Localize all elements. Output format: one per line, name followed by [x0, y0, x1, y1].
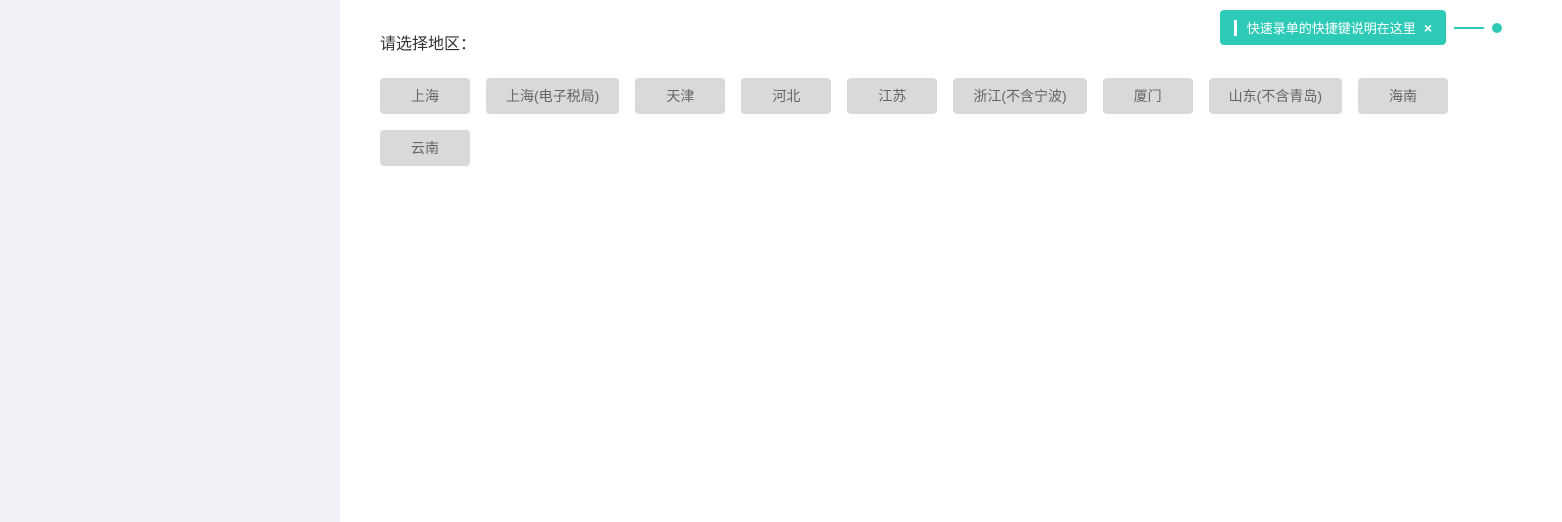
tooltip-container: 快速录单的快捷键说明在这里 ×	[1220, 10, 1502, 45]
tooltip-bar-icon	[1234, 20, 1237, 36]
region-btn-shanghai[interactable]: 上海	[380, 78, 470, 114]
main-content: 请选择地区： 上海上海(电子税局)天津河北江苏浙江(不含宁波)厦门山东(不含青岛…	[340, 0, 1562, 522]
region-buttons-container: 上海上海(电子税局) 天津河北江苏浙江(不含宁波) 厦门山东(不含青岛) 海南云南	[380, 78, 1522, 166]
region-btn-shandong[interactable]: 山东(不含青岛)	[1209, 78, 1342, 114]
region-btn-jiangsu[interactable]: 江苏	[847, 78, 937, 114]
tooltip-box: 快速录单的快捷键说明在这里 ×	[1220, 10, 1446, 45]
region-btn-tianjin[interactable]: 天津	[635, 78, 725, 114]
left-sidebar	[0, 0, 340, 522]
tooltip-close-button[interactable]: ×	[1424, 20, 1432, 36]
region-btn-shanghai-etax[interactable]: 上海(电子税局)	[486, 78, 619, 114]
region-btn-hainan[interactable]: 海南	[1358, 78, 1448, 114]
tooltip-dot	[1492, 23, 1502, 33]
tooltip-line	[1454, 27, 1484, 29]
region-btn-zhejiang[interactable]: 浙江(不含宁波)	[953, 78, 1086, 114]
tooltip-label: 快速录单的快捷键说明在这里	[1247, 18, 1416, 37]
region-btn-hebei[interactable]: 河北	[741, 78, 831, 114]
region-btn-yunnan[interactable]: 云南	[380, 130, 470, 166]
region-btn-xiamen[interactable]: 厦门	[1103, 78, 1193, 114]
